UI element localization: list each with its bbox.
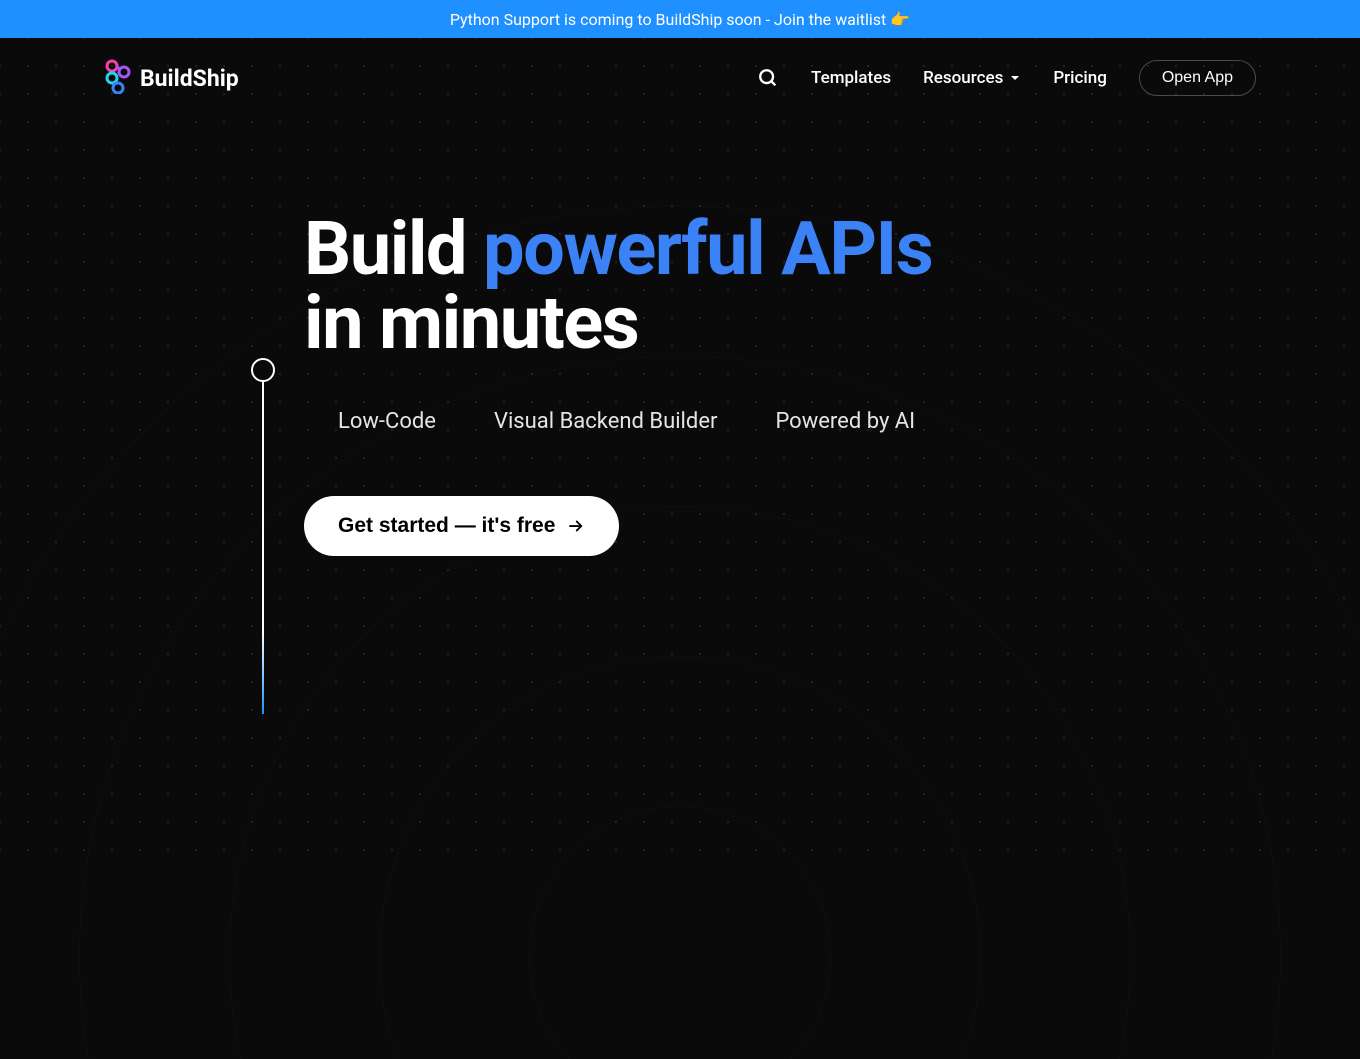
timeline-decoration	[251, 358, 275, 714]
get-started-button[interactable]: Get started — it's free	[304, 496, 619, 556]
announcement-banner[interactable]: Python Support is coming to BuildShip so…	[0, 0, 1360, 38]
hero-content: Build powerful APIs in minutes Low-Code …	[240, 213, 1360, 556]
hero-headline: Build powerful APIs in minutes	[304, 213, 1360, 361]
hero-title-part2: in minutes	[304, 280, 638, 367]
site-header: BuildShip Templates Resources Pricing Op…	[0, 38, 1360, 118]
arrow-right-icon	[567, 517, 585, 535]
brand-name: BuildShip	[140, 65, 239, 92]
main-nav: Templates Resources Pricing Open App	[757, 60, 1256, 96]
hero-tags: Low-Code Visual Backend Builder Powered …	[304, 409, 1360, 434]
cta-label: Get started — it's free	[338, 514, 555, 538]
brand-logo[interactable]: BuildShip	[104, 58, 239, 98]
logo-icon	[104, 58, 132, 98]
hero-tag-ai: Powered by AI	[775, 409, 915, 434]
open-app-button[interactable]: Open App	[1139, 60, 1256, 96]
nav-resources-label: Resources	[923, 68, 1003, 88]
timeline-line	[262, 382, 264, 714]
hero-tag-lowcode: Low-Code	[338, 409, 436, 434]
hero-section: Build powerful APIs in minutes Low-Code …	[0, 118, 1360, 556]
search-button[interactable]	[757, 67, 779, 89]
hero-tag-visual: Visual Backend Builder	[494, 409, 717, 434]
announcement-text: Python Support is coming to BuildShip so…	[450, 10, 910, 29]
nav-resources[interactable]: Resources	[923, 68, 1021, 88]
nav-pricing[interactable]: Pricing	[1053, 68, 1107, 88]
timeline-node-icon	[251, 358, 275, 382]
search-icon	[757, 67, 779, 89]
nav-templates[interactable]: Templates	[811, 68, 891, 88]
chevron-down-icon	[1009, 72, 1021, 84]
